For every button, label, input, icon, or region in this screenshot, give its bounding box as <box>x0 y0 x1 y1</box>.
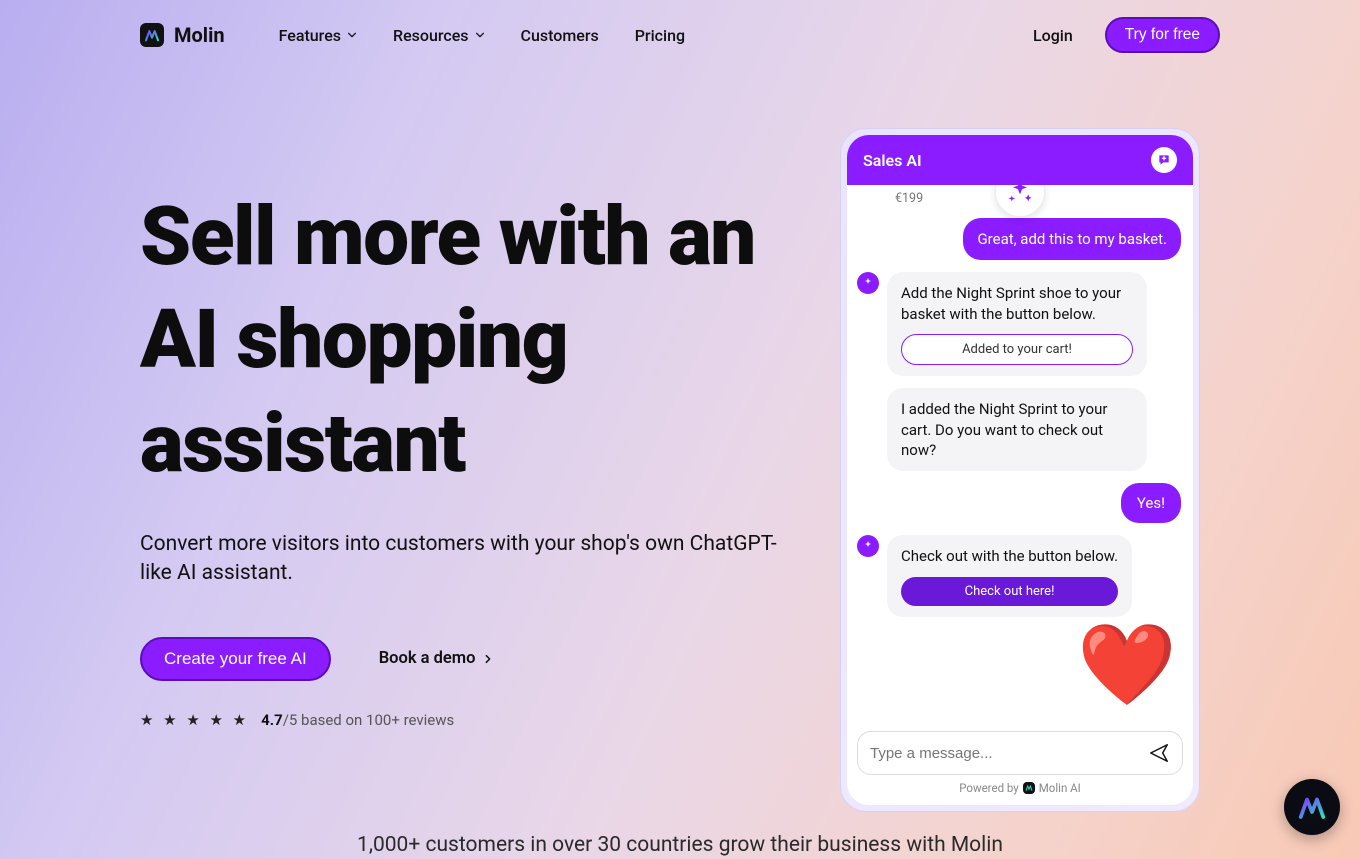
sparkle-avatar-icon <box>857 272 879 294</box>
chat-launcher-fab[interactable] <box>1284 779 1340 835</box>
chat-msg-bot-text: Add the Night Sprint shoe to your basket… <box>901 283 1133 324</box>
powered-prefix: Powered by <box>959 781 1019 795</box>
chat-input[interactable] <box>870 745 1148 762</box>
try-free-button[interactable]: Try for free <box>1105 17 1220 53</box>
brand-name: Molin <box>174 23 225 47</box>
chat-msg-bot: Check out with the button below. Check o… <box>887 535 1132 617</box>
mini-logo-icon <box>1023 782 1035 794</box>
hero-section: Sell more with an AI shopping assistant … <box>0 56 1360 812</box>
book-demo-label: Book a demo <box>379 649 476 668</box>
added-to-cart-button[interactable]: Added to your cart! <box>901 334 1133 366</box>
chat-msg-user: Yes! <box>1121 483 1181 523</box>
checkout-button[interactable]: Check out here! <box>901 577 1118 607</box>
chat-shell: Sales AI €199 Great, add this to my bask… <box>840 128 1200 812</box>
nav-links: Features Resources Customers Pricing <box>279 26 685 45</box>
chevron-down-icon <box>475 30 485 40</box>
nav-item-label: Features <box>279 26 341 45</box>
chat-msg-user: Great, add this to my basket. <box>963 218 1181 260</box>
powered-by: Powered by Molin AI <box>847 781 1193 805</box>
hero-cta-row: Create your free AI Book a demo <box>140 637 800 681</box>
nav-item-label: Resources <box>393 26 469 45</box>
chat-header: Sales AI <box>847 135 1193 185</box>
hero-copy: Sell more with an AI shopping assistant … <box>140 186 800 812</box>
chat-body: €199 Great, add this to my basket. Add t… <box>847 185 1193 731</box>
rating-suffix: /5 based on 100+ reviews <box>283 711 455 729</box>
chevron-right-icon <box>483 653 493 665</box>
top-nav: Molin Features Resources Customers Prici… <box>0 0 1360 56</box>
hero-subheadline: Convert more visitors into customers wit… <box>140 530 800 589</box>
rating-score: 4.7 <box>261 711 283 729</box>
nav-right: Login Try for free <box>1033 17 1220 53</box>
logo-mark-icon <box>140 23 164 47</box>
brand-logo[interactable]: Molin <box>140 23 225 47</box>
book-demo-link[interactable]: Book a demo <box>379 649 494 668</box>
sparkle-avatar-icon <box>857 535 879 557</box>
chat-input-row <box>857 731 1183 775</box>
chat-msg-bot-text: Check out with the button below. <box>901 546 1118 566</box>
rating-text: 4.7/5 based on 100+ reviews <box>261 711 454 729</box>
nav-item-label: Pricing <box>635 26 685 45</box>
sparkle-badge-icon <box>995 185 1045 217</box>
send-icon[interactable] <box>1148 742 1170 764</box>
login-link[interactable]: Login <box>1033 26 1073 45</box>
powered-name: Molin AI <box>1039 781 1081 795</box>
chat-inner: Sales AI €199 Great, add this to my bask… <box>847 135 1193 805</box>
nav-item-pricing[interactable]: Pricing <box>635 26 685 45</box>
chevron-down-icon <box>347 30 357 40</box>
star-icons: ★ ★ ★ ★ ★ <box>140 711 249 729</box>
create-ai-button[interactable]: Create your free AI <box>140 637 331 681</box>
hero-headline: Sell more with an AI shopping assistant <box>140 186 800 496</box>
heart-emoji: ❤️ <box>1077 625 1177 705</box>
customers-tagline: 1,000+ customers in over 30 countries gr… <box>0 833 1360 859</box>
chat-msg-bot: I added the Night Sprint to your cart. D… <box>887 388 1147 471</box>
chat-widget: Sales AI €199 Great, add this to my bask… <box>840 128 1200 812</box>
nav-item-features[interactable]: Features <box>279 26 357 45</box>
nav-item-resources[interactable]: Resources <box>393 26 485 45</box>
new-chat-icon[interactable] <box>1151 147 1177 173</box>
rating-row: ★ ★ ★ ★ ★ 4.7/5 based on 100+ reviews <box>140 711 800 729</box>
nav-item-label: Customers <box>521 26 599 45</box>
nav-item-customers[interactable]: Customers <box>521 26 599 45</box>
chat-msg-bot: Add the Night Sprint shoe to your basket… <box>887 272 1147 376</box>
chat-title: Sales AI <box>863 151 922 170</box>
